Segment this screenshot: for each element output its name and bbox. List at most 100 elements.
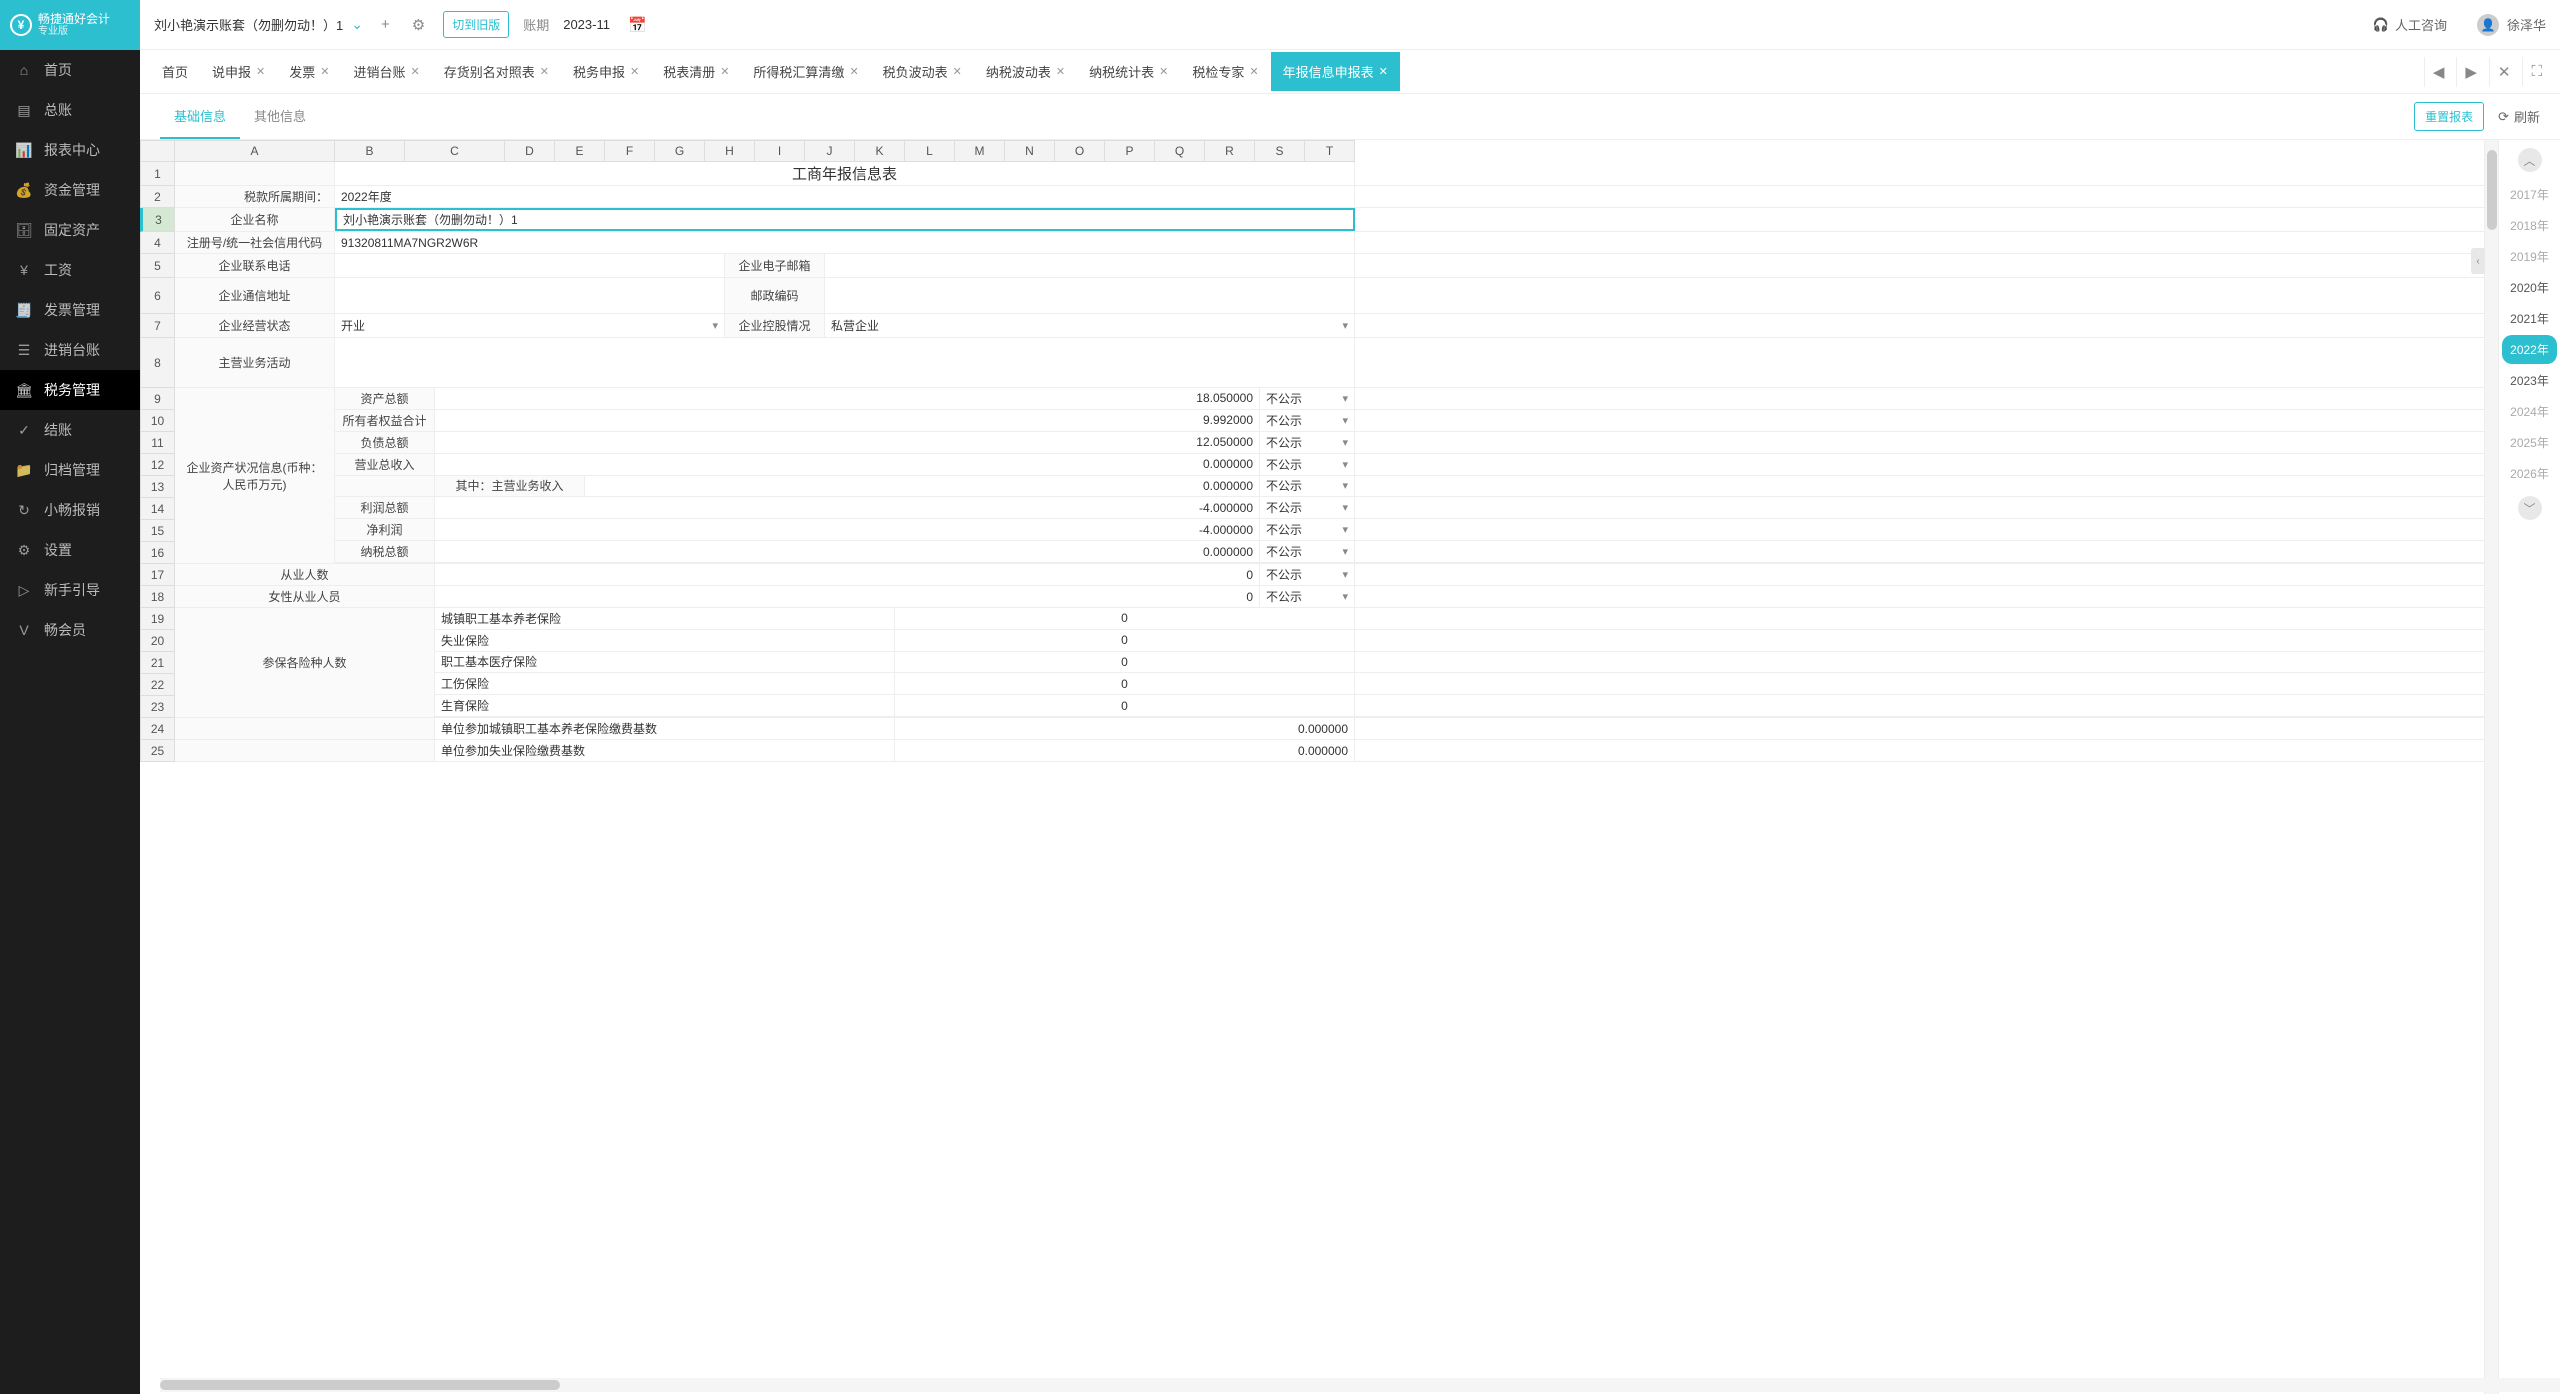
fin-sub-disc[interactable]: 不公示 bbox=[1260, 476, 1355, 497]
col-header-R[interactable]: R bbox=[1205, 140, 1255, 162]
tab-纳税波动表[interactable]: 纳税波动表✕ bbox=[974, 52, 1077, 91]
row-header-17[interactable]: 17 bbox=[140, 564, 175, 586]
close-icon[interactable]: ✕ bbox=[320, 65, 329, 78]
row-header-19[interactable]: 19 bbox=[140, 608, 175, 630]
sidebar-item-salary[interactable]: ¥工资 bbox=[0, 250, 140, 290]
col-header-S[interactable]: S bbox=[1255, 140, 1305, 162]
employees-disc[interactable]: 不公示 bbox=[1260, 564, 1355, 585]
tab-税务申报[interactable]: 税务申报✕ bbox=[561, 52, 651, 91]
fin-disc-2[interactable]: 不公示 bbox=[1260, 432, 1355, 453]
sidebar-item-expense[interactable]: ↻小畅报销 bbox=[0, 490, 140, 530]
spreadsheet[interactable]: ABCDEFGHIJKLMNOPQRST 1234567891011121314… bbox=[140, 140, 2484, 1394]
close-icon[interactable]: ✕ bbox=[256, 65, 265, 78]
row-header-8[interactable]: 8 bbox=[140, 338, 175, 388]
close-icon[interactable]: ✕ bbox=[1056, 65, 1065, 78]
row-header-15[interactable]: 15 bbox=[140, 520, 175, 542]
row-header-25[interactable]: 25 bbox=[140, 740, 175, 762]
post-value[interactable] bbox=[825, 278, 1355, 313]
row-header-21[interactable]: 21 bbox=[140, 652, 175, 674]
tab-发票[interactable]: 发票✕ bbox=[277, 52, 341, 91]
tab-说申报[interactable]: 说申报✕ bbox=[200, 52, 277, 91]
close-icon[interactable]: ✕ bbox=[849, 65, 858, 78]
close-icon[interactable]: ✕ bbox=[540, 65, 549, 78]
employees-value[interactable]: 0 bbox=[435, 564, 1260, 585]
close-icon[interactable]: ✕ bbox=[411, 65, 420, 78]
row-header-10[interactable]: 10 bbox=[140, 410, 175, 432]
col-header-C[interactable]: C bbox=[405, 140, 505, 162]
sidebar-item-archive[interactable]: 📁归档管理 bbox=[0, 450, 140, 490]
tab-税负波动表[interactable]: 税负波动表✕ bbox=[871, 52, 974, 91]
reg-value[interactable]: 91320811MA7NGR2W6R bbox=[335, 232, 1355, 253]
year-2020年[interactable]: 2020年 bbox=[2502, 273, 2557, 302]
col-header-H[interactable]: H bbox=[705, 140, 755, 162]
col-header-J[interactable]: J bbox=[805, 140, 855, 162]
collapse-year-rail-button[interactable]: ‹ bbox=[2471, 248, 2485, 274]
col-header-P[interactable]: P bbox=[1105, 140, 1155, 162]
fin-disc-5[interactable]: 不公示 bbox=[1260, 519, 1355, 540]
subtab-other[interactable]: 其他信息 bbox=[240, 94, 320, 139]
fin-value-4[interactable]: -4.000000 bbox=[435, 497, 1260, 518]
year-2021年[interactable]: 2021年 bbox=[2502, 304, 2557, 333]
sidebar-item-invoice[interactable]: 🧾发票管理 bbox=[0, 290, 140, 330]
sidebar-item-vip[interactable]: V畅会员 bbox=[0, 610, 140, 650]
support-link[interactable]: 🎧 人工咨询 bbox=[2373, 15, 2447, 34]
tab-close-all-button[interactable]: ✕ bbox=[2489, 57, 2519, 87]
sidebar-item-settings[interactable]: ⚙设置 bbox=[0, 530, 140, 570]
tax-period-value[interactable]: 2022年度 bbox=[335, 186, 1355, 207]
row-header-22[interactable]: 22 bbox=[140, 674, 175, 696]
fin-disc-1[interactable]: 不公示 bbox=[1260, 410, 1355, 431]
row-header-13[interactable]: 13 bbox=[140, 476, 175, 498]
base-value-0[interactable]: 0.000000 bbox=[895, 718, 1355, 739]
reset-report-button[interactable]: 重置报表 bbox=[2414, 102, 2484, 131]
vertical-scrollbar[interactable] bbox=[2484, 140, 2498, 1394]
fin-disc-0[interactable]: 不公示 bbox=[1260, 388, 1355, 409]
sidebar-item-guide[interactable]: ▷新手引导 bbox=[0, 570, 140, 610]
row-header-6[interactable]: 6 bbox=[140, 278, 175, 314]
col-header-T[interactable]: T bbox=[1305, 140, 1355, 162]
col-header-B[interactable]: B bbox=[335, 140, 405, 162]
fullscreen-button[interactable]: ⛶ bbox=[2522, 57, 2550, 86]
sidebar-item-tax[interactable]: 🏛税务管理 bbox=[0, 370, 140, 410]
tab-税检专家[interactable]: 税检专家✕ bbox=[1180, 52, 1270, 91]
tab-next-button[interactable]: ▶ bbox=[2456, 57, 2485, 87]
ins-value-2[interactable]: 0 bbox=[895, 652, 1355, 673]
close-icon[interactable]: ✕ bbox=[630, 65, 639, 78]
ins-value-3[interactable]: 0 bbox=[895, 673, 1355, 694]
tab-所得税汇算清缴[interactable]: 所得税汇算清缴✕ bbox=[741, 52, 870, 91]
row-header-4[interactable]: 4 bbox=[140, 232, 175, 254]
base-value-1[interactable]: 0.000000 bbox=[895, 740, 1355, 761]
addr-value[interactable] bbox=[335, 278, 725, 313]
year-next-button[interactable]: ﹀ bbox=[2518, 496, 2542, 520]
user-menu[interactable]: 👤 徐泽华 bbox=[2477, 14, 2546, 36]
fin-sub-value[interactable]: 0.000000 bbox=[585, 476, 1260, 497]
tab-prev-button[interactable]: ◀ bbox=[2424, 57, 2453, 87]
close-icon[interactable]: ✕ bbox=[953, 65, 962, 78]
col-header-N[interactable]: N bbox=[1005, 140, 1055, 162]
subtab-basic[interactable]: 基础信息 bbox=[160, 94, 240, 139]
col-header-I[interactable]: I bbox=[755, 140, 805, 162]
company-value[interactable]: 刘小艳演示账套（勿删勿动！）1 bbox=[335, 208, 1355, 231]
female-value[interactable]: 0 bbox=[435, 586, 1260, 607]
col-header-L[interactable]: L bbox=[905, 140, 955, 162]
col-header-K[interactable]: K bbox=[855, 140, 905, 162]
row-header-18[interactable]: 18 bbox=[140, 586, 175, 608]
period-value[interactable]: 2023-11 bbox=[563, 17, 610, 32]
tab-首页[interactable]: 首页 bbox=[150, 52, 200, 91]
row-header-11[interactable]: 11 bbox=[140, 432, 175, 454]
sidebar-item-purchase[interactable]: ☰进销台账 bbox=[0, 330, 140, 370]
refresh-button[interactable]: ⟳ 刷新 bbox=[2498, 107, 2540, 126]
holding-value[interactable]: 私营企业 bbox=[825, 314, 1355, 337]
fin-value-1[interactable]: 9.992000 bbox=[435, 410, 1260, 431]
col-header-F[interactable]: F bbox=[605, 140, 655, 162]
col-header-G[interactable]: G bbox=[655, 140, 705, 162]
col-header-E[interactable]: E bbox=[555, 140, 605, 162]
col-header-M[interactable]: M bbox=[955, 140, 1005, 162]
female-disc[interactable]: 不公示 bbox=[1260, 586, 1355, 607]
fin-value-0[interactable]: 18.050000 bbox=[435, 388, 1260, 409]
status-value[interactable]: 开业 bbox=[335, 314, 725, 337]
row-header-9[interactable]: 9 bbox=[140, 388, 175, 410]
row-header-24[interactable]: 24 bbox=[140, 718, 175, 740]
sidebar-item-assets[interactable]: 🗄固定资产 bbox=[0, 210, 140, 250]
horizontal-scrollbar[interactable] bbox=[160, 1378, 2560, 1392]
sidebar-item-funds[interactable]: 💰资金管理 bbox=[0, 170, 140, 210]
